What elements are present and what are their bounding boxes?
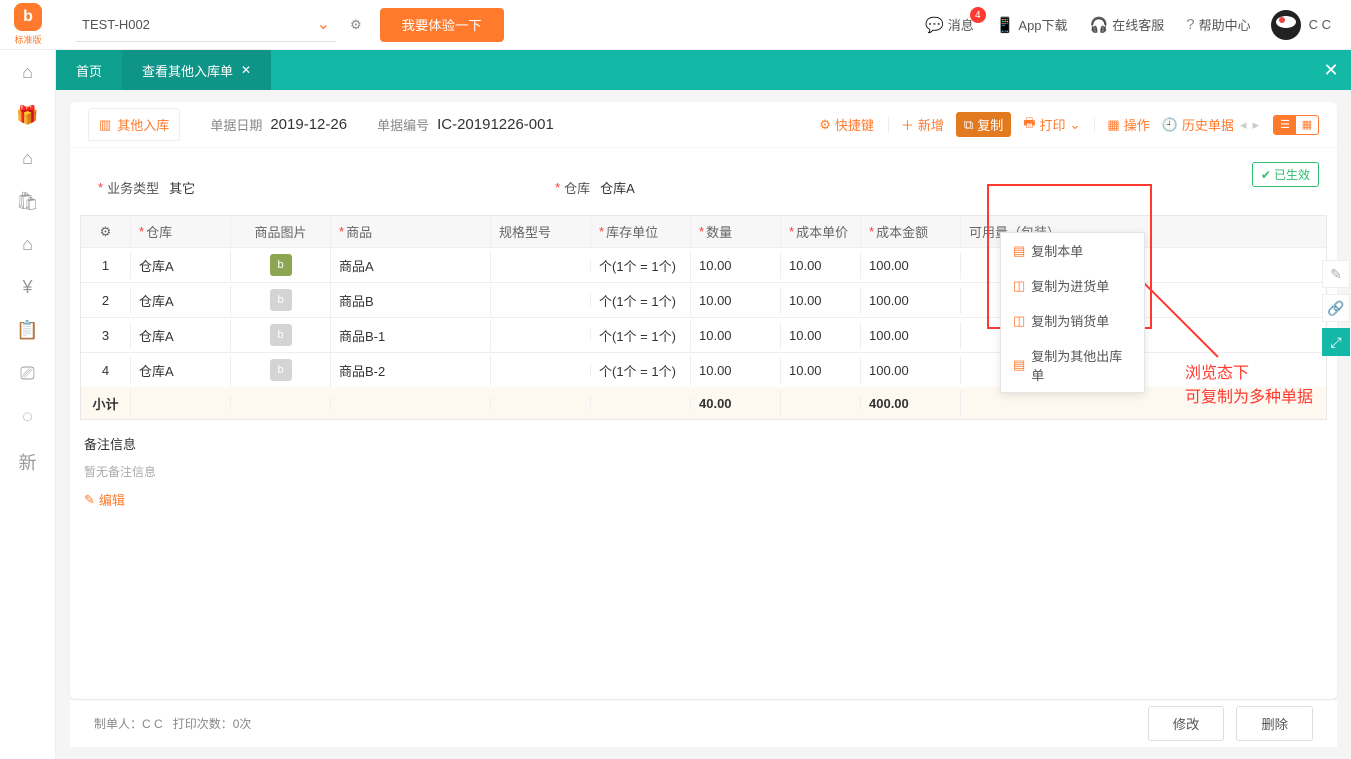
- next-arrow[interactable]: ▸: [1252, 117, 1259, 133]
- product-thumb-icon: b: [270, 289, 292, 311]
- nav-dotted-icon[interactable]: ◌: [22, 406, 33, 427]
- doc-icon: ◫: [1013, 313, 1025, 329]
- avatar[interactable]: [1271, 10, 1301, 40]
- help-center-link[interactable]: ? 帮助中心: [1186, 15, 1250, 34]
- chevron-down-icon: ⌄: [1070, 117, 1081, 133]
- nav-new-icon[interactable]: 新: [19, 449, 37, 475]
- remark-title: 备注信息: [84, 434, 1323, 453]
- nav-clipboard-icon[interactable]: 📋: [16, 320, 38, 341]
- warehouse-field: * 仓库 仓库A: [555, 178, 635, 197]
- ops-button[interactable]: ▦操作: [1107, 115, 1149, 134]
- phone-icon: 📱: [996, 16, 1015, 34]
- product-thumb-icon: b: [270, 359, 292, 381]
- doc-icon: ▤: [1013, 243, 1025, 259]
- date-value: 2019-12-26: [270, 116, 347, 133]
- right-float-toolbar: ✎ 🔗 ⤢: [1321, 260, 1351, 356]
- copy-this-doc[interactable]: ▤复制本单: [1001, 233, 1144, 268]
- tabs-close-all[interactable]: ✕: [1311, 50, 1351, 90]
- customer-service-link[interactable]: 🎧 在线客服: [1090, 15, 1165, 34]
- gear-column-icon[interactable]: ⚙: [81, 218, 131, 246]
- history-icon: 🕘: [1162, 117, 1178, 133]
- logo-text: 标准版: [14, 33, 41, 46]
- help-icon: ?: [1186, 16, 1194, 33]
- try-button[interactable]: 我要体验一下: [380, 8, 504, 42]
- copy-icon: ⧉: [964, 117, 973, 133]
- gear-icon: ⚙: [819, 117, 831, 133]
- remark-empty: 暂无备注信息: [84, 463, 1323, 480]
- grid-icon: ▦: [1107, 117, 1119, 133]
- list-view-icon[interactable]: ☰: [1274, 116, 1296, 134]
- nav-bag-icon[interactable]: 🛍: [16, 191, 39, 212]
- float-expand-icon[interactable]: ⤢: [1322, 328, 1350, 356]
- copy-as-purchase[interactable]: ◫复制为进货单: [1001, 268, 1144, 303]
- view-toggle[interactable]: ☰ ▦: [1273, 115, 1319, 135]
- close-icon[interactable]: ✕: [241, 63, 251, 77]
- float-link-icon[interactable]: 🔗: [1322, 294, 1350, 322]
- print-button[interactable]: 🖶打印 ⌄: [1023, 114, 1080, 136]
- tab-current[interactable]: 查看其他入库单 ✕: [122, 50, 271, 90]
- plus-icon: ＋: [901, 115, 914, 134]
- side-nav: ⌂ 🎁 ⌂ 🛍 ⌂ ¥ 📋 ⎚ ◌ 新: [0, 50, 56, 759]
- nav-home-icon[interactable]: ⌂: [22, 62, 33, 83]
- copy-dropdown: ▤复制本单 ◫复制为进货单 ◫复制为销货单 ▤复制为其他出库单: [1000, 232, 1145, 393]
- no-label: 单据编号: [377, 115, 429, 134]
- username: C C: [1309, 17, 1331, 32]
- grid-view-icon[interactable]: ▦: [1296, 116, 1318, 134]
- app-download-link[interactable]: 📱 App下载: [996, 15, 1068, 34]
- nav-coin-icon[interactable]: ¥: [22, 277, 32, 298]
- product-thumb-icon: b: [270, 254, 292, 276]
- biz-type-field: * 业务类型 其它: [98, 178, 195, 197]
- no-value: IC-20191226-001: [437, 116, 554, 133]
- message-icon: 💬: [925, 16, 944, 34]
- history-button[interactable]: 🕘历史单据: [1162, 115, 1234, 134]
- messages-link[interactable]: 💬 消息 4: [925, 15, 974, 34]
- doc-icon: ▤: [1013, 357, 1025, 373]
- product-thumb-icon: b: [270, 324, 292, 346]
- float-note-icon[interactable]: ✎: [1322, 260, 1350, 288]
- nav-home2-icon[interactable]: ⌂: [22, 234, 33, 255]
- settings-icon[interactable]: ⚙: [350, 17, 362, 33]
- status-badge: ✔已生效: [1252, 162, 1319, 187]
- creator-info: 制单人：C C 打印次数：0次: [94, 715, 251, 732]
- nav-card-icon[interactable]: ⎚: [20, 363, 34, 384]
- edit-icon: ✎: [84, 492, 95, 508]
- annotation-text: 浏览态下 可复制为多种单据: [1185, 362, 1313, 410]
- copy-as-sales[interactable]: ◫复制为销货单: [1001, 303, 1144, 338]
- headset-icon: 🎧: [1090, 16, 1109, 34]
- logo: b 标准版: [0, 3, 56, 46]
- copy-button[interactable]: ⧉复制: [956, 112, 1011, 137]
- shortcut-link[interactable]: ⚙快捷键: [819, 115, 874, 134]
- message-badge: 4: [970, 7, 986, 23]
- nav-house-icon[interactable]: ⌂: [22, 148, 33, 169]
- prev-arrow[interactable]: ◂: [1240, 117, 1247, 133]
- new-button[interactable]: ＋新增: [901, 115, 944, 134]
- check-icon: ✔: [1261, 168, 1271, 182]
- doc-type-tab[interactable]: ▥ 其他入库: [88, 108, 180, 141]
- modify-button[interactable]: 修改: [1148, 706, 1225, 741]
- company-name: TEST-H002: [82, 17, 150, 32]
- remark-edit-button[interactable]: ✎编辑: [84, 490, 125, 509]
- doc-icon: ▥: [99, 117, 111, 133]
- logo-icon: b: [14, 3, 42, 31]
- copy-as-other-out[interactable]: ▤复制为其他出库单: [1001, 338, 1144, 392]
- doc-icon: ◫: [1013, 278, 1025, 294]
- print-icon: 🖶: [1023, 114, 1035, 136]
- tab-home[interactable]: 首页: [56, 50, 122, 90]
- nav-gift-icon[interactable]: 🎁: [16, 105, 38, 126]
- delete-button[interactable]: 删除: [1236, 706, 1313, 741]
- chevron-down-icon: ⌄: [317, 14, 330, 34]
- date-label: 单据日期: [210, 115, 262, 134]
- company-select[interactable]: TEST-H002 ⌄: [76, 8, 336, 42]
